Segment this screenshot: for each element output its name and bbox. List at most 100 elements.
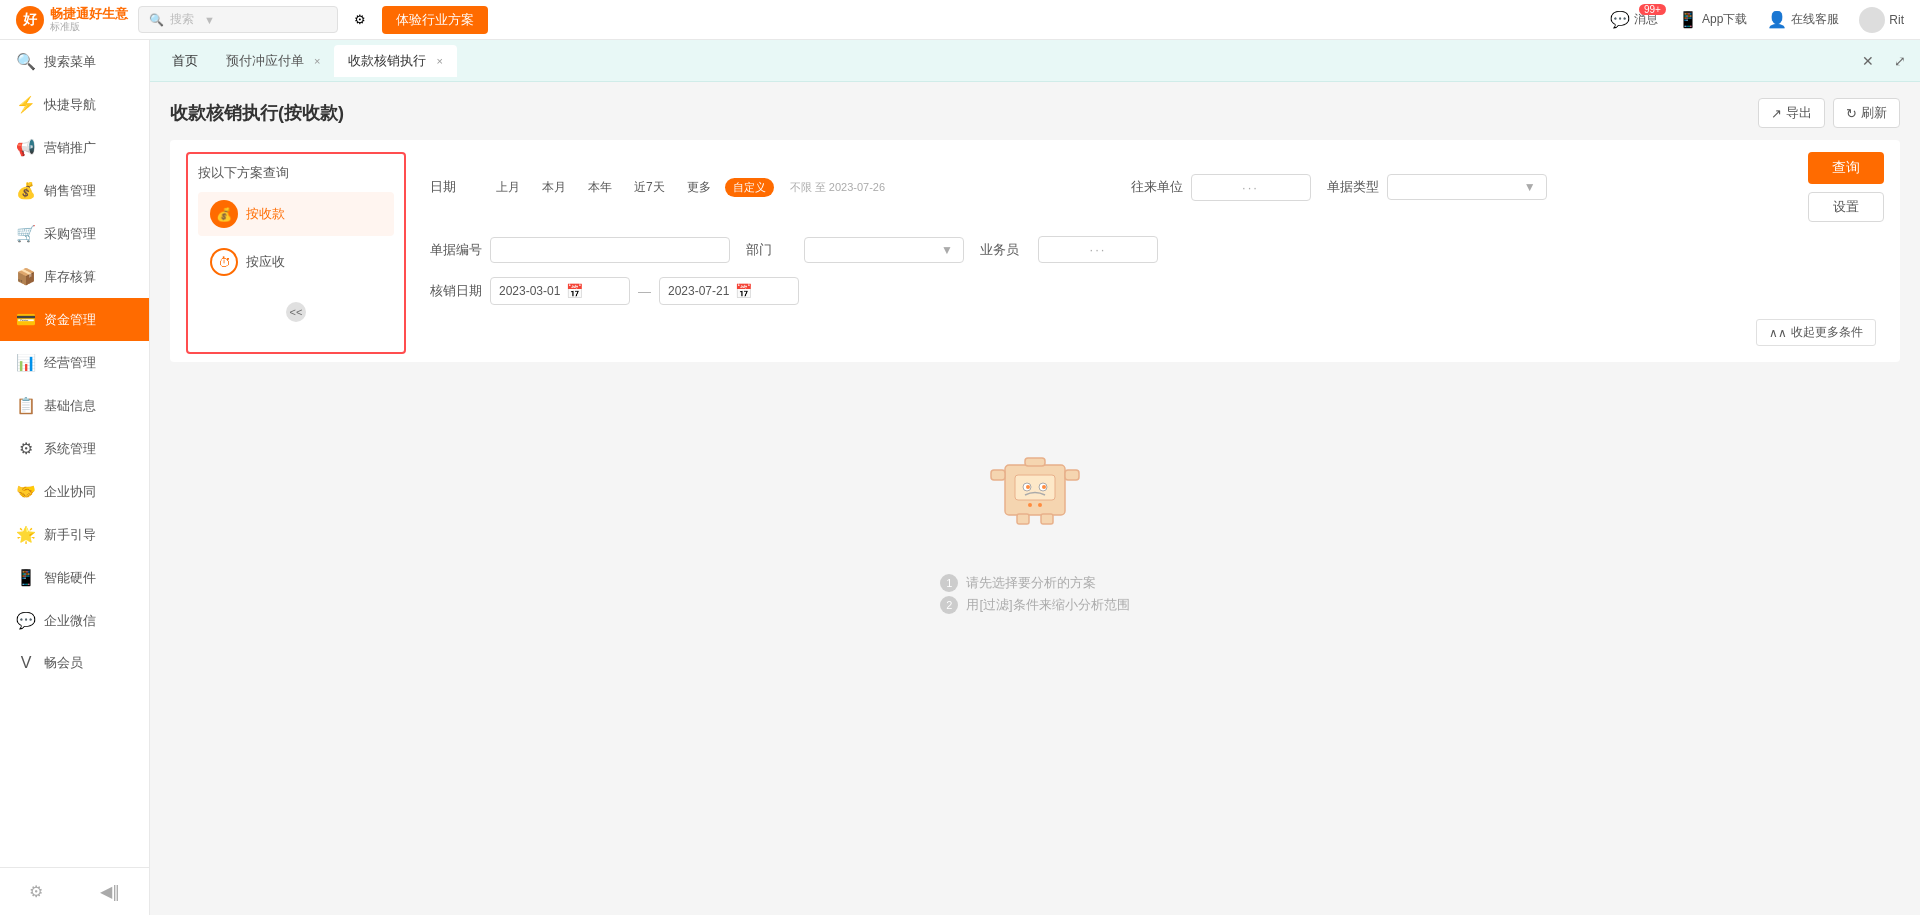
date-options-group: 上月 本月 本年 近7天 更多 自定义 xyxy=(488,176,774,199)
query-btn[interactable]: 查询 xyxy=(1808,152,1884,184)
cal-end-icon[interactable]: 📅 xyxy=(735,283,752,299)
user-menu[interactable]: Rit xyxy=(1859,7,1904,33)
message-btn[interactable]: 💬 消息 99+ xyxy=(1610,10,1658,29)
date-btn-this-year[interactable]: 本年 xyxy=(580,176,620,199)
doc-type-label: 单据类型 xyxy=(1327,178,1379,196)
date-btn-custom[interactable]: 自定义 xyxy=(725,178,774,197)
sidebar-icon-guide: 🌟 xyxy=(16,525,36,544)
doc-number-input[interactable] xyxy=(490,237,730,263)
dropdown-arrow: ▼ xyxy=(204,14,215,26)
sidebar-item-system[interactable]: ⚙ 系统管理 xyxy=(0,427,149,470)
sidebar-item-sales[interactable]: 💰 销售管理 xyxy=(0,169,149,212)
date-btn-more[interactable]: 更多 xyxy=(679,176,719,199)
sidebar-icon-system: ⚙ xyxy=(16,439,36,458)
tab-writeoff-close[interactable]: × xyxy=(436,55,442,67)
doc-type-arrow: ▼ xyxy=(1524,180,1536,194)
tab-home[interactable]: 首页 xyxy=(158,45,212,77)
date-separator: — xyxy=(638,284,651,299)
empty-hint-1: 1 请先选择要分析的方案 xyxy=(940,574,1129,592)
svg-point-11 xyxy=(1028,503,1032,507)
sidebar-label-operation: 经营管理 xyxy=(44,354,96,372)
filter-row-1: 日期 上月 本月 本年 近7天 更多 自定义 不限 至 2023-07-26 xyxy=(430,152,1884,222)
tab-close-all-btn[interactable]: ✕ xyxy=(1856,49,1880,73)
sidebar-item-wechat[interactable]: 💬 企业微信 xyxy=(0,599,149,642)
content-area: 首页 预付冲应付单 × 收款核销执行 × ✕ ⤢ 收款核销执行(按收款) xyxy=(150,40,1920,915)
sidebar-item-inventory[interactable]: 📦 库存核算 xyxy=(0,255,149,298)
app-title: 畅捷通好生意 xyxy=(50,6,128,22)
app-subtitle: 标准版 xyxy=(50,21,128,33)
sidebar-item-member[interactable]: V 畅会员 xyxy=(0,642,149,684)
filter-option-by-receipt[interactable]: 💰 按收款 xyxy=(198,192,394,236)
date-note: 不限 至 2023-07-26 xyxy=(790,180,885,195)
sidebar-item-marketing[interactable]: 📢 营销推广 xyxy=(0,126,149,169)
sidebar-label-guide: 新手引导 xyxy=(44,526,96,544)
sidebar-item-guide[interactable]: 🌟 新手引导 xyxy=(0,513,149,556)
empty-hints: 1 请先选择要分析的方案 2 用[过滤]条件来缩小分析范围 xyxy=(940,570,1129,618)
tab-expand-btn[interactable]: ⤢ xyxy=(1888,49,1912,73)
sidebar-settings-btn[interactable]: ⚙ xyxy=(23,876,49,907)
staff-input[interactable]: ··· xyxy=(1038,236,1158,263)
filter-right-form: 日期 上月 本月 本年 近7天 更多 自定义 不限 至 2023-07-26 xyxy=(422,152,1900,354)
top-right-area: 💬 消息 99+ 📱 App下载 👤 在线客服 Rit xyxy=(1610,7,1904,33)
date-btn-last-month[interactable]: 上月 xyxy=(488,176,528,199)
doc-type-field: 单据类型 ▼ xyxy=(1327,174,1547,200)
sidebar-label-inventory: 库存核算 xyxy=(44,268,96,286)
settings-form-btn[interactable]: 设置 xyxy=(1808,192,1884,222)
empty-hint-2: 2 用[过滤]条件来缩小分析范围 xyxy=(940,596,1129,614)
app-download-btn[interactable]: 📱 App下载 xyxy=(1678,10,1747,29)
svg-rect-8 xyxy=(1041,514,1053,524)
dept-arrow: ▼ xyxy=(941,243,953,257)
counterpart-input[interactable]: ··· xyxy=(1191,174,1311,201)
tab-prepay-close[interactable]: × xyxy=(314,55,320,67)
settings-icon[interactable]: ⚙ xyxy=(348,8,372,32)
date-btn-7days[interactable]: 近7天 xyxy=(626,176,673,199)
tab-prepay[interactable]: 预付冲应付单 × xyxy=(212,45,334,77)
online-service-label: 在线客服 xyxy=(1791,11,1839,28)
svg-point-4 xyxy=(1026,485,1030,489)
page-title: 收款核销执行(按收款) xyxy=(170,101,1758,125)
sidebar-icon-search-menu: 🔍 xyxy=(16,52,36,71)
writeoff-start-date[interactable]: 2023-03-01 📅 xyxy=(490,277,630,305)
filter-option-by-receivable[interactable]: ⏱ 按应收 xyxy=(198,240,394,284)
collapse-up-icon: ∧∧ xyxy=(1769,326,1787,340)
writeoff-end-date[interactable]: 2023-07-21 📅 xyxy=(659,277,799,305)
sidebar-item-finance[interactable]: 💳 资金管理 xyxy=(0,298,149,341)
sidebar-icon-wechat: 💬 xyxy=(16,611,36,630)
svg-point-12 xyxy=(1038,503,1042,507)
sidebar-item-hardware[interactable]: 📱 智能硬件 xyxy=(0,556,149,599)
top-bar: 好 畅捷通好生意 标准版 🔍 搜索 ▼ ⚙ 体验行业方案 💬 消息 99+ 📱 … xyxy=(0,0,1920,40)
sidebar-item-basic-info[interactable]: 📋 基础信息 xyxy=(0,384,149,427)
refresh-btn[interactable]: ↻ 刷新 xyxy=(1833,98,1900,128)
sidebar-icon-sales: 💰 xyxy=(16,181,36,200)
sidebar-label-purchase: 采购管理 xyxy=(44,225,96,243)
tab-writeoff[interactable]: 收款核销执行 × xyxy=(334,45,456,77)
sidebar-label-search-menu: 搜索菜单 xyxy=(44,53,96,71)
filter-collapse-btn[interactable]: << xyxy=(286,302,306,322)
writeoff-date-label: 核销日期 xyxy=(430,282,482,300)
sidebar-item-quick-nav[interactable]: ⚡ 快捷导航 xyxy=(0,83,149,126)
sidebar-icon-marketing: 📢 xyxy=(16,138,36,157)
industry-btn[interactable]: 体验行业方案 xyxy=(382,6,488,34)
sidebar-icon-purchase: 🛒 xyxy=(16,224,36,243)
doc-type-select[interactable]: ▼ xyxy=(1387,174,1547,200)
cal-start-icon[interactable]: 📅 xyxy=(566,283,583,299)
main-layout: 🔍 搜索菜单 ⚡ 快捷导航 📢 营销推广 💰 销售管理 🛒 采购管理 📦 库存核… xyxy=(0,40,1920,915)
user-avatar xyxy=(1859,7,1885,33)
sidebar-item-search-menu[interactable]: 🔍 搜索菜单 xyxy=(0,40,149,83)
counterpart-field: 往来单位 ··· xyxy=(1131,174,1311,201)
export-btn[interactable]: ↗ 导出 xyxy=(1758,98,1825,128)
sidebar-item-operation[interactable]: 📊 经营管理 xyxy=(0,341,149,384)
sidebar-icon-enterprise: 🤝 xyxy=(16,482,36,501)
sidebar-item-purchase[interactable]: 🛒 采购管理 xyxy=(0,212,149,255)
app-download-label: App下载 xyxy=(1702,11,1747,28)
dept-select[interactable]: ▼ xyxy=(804,237,964,263)
online-service-btn[interactable]: 👤 在线客服 xyxy=(1767,10,1839,29)
date-btn-this-month[interactable]: 本月 xyxy=(534,176,574,199)
collapse-more-btn[interactable]: ∧∧ 收起更多条件 xyxy=(1756,319,1876,346)
page-header: 收款核销执行(按收款) ↗ 导出 ↻ 刷新 xyxy=(170,98,1900,128)
sidebar-collapse-btn[interactable]: ◀‖ xyxy=(94,876,126,907)
filter-row-3: 核销日期 2023-03-01 📅 — 2023-07-21 📅 xyxy=(430,277,1884,305)
empty-illustration xyxy=(975,430,1095,550)
sidebar-item-enterprise[interactable]: 🤝 企业协同 xyxy=(0,470,149,513)
search-box[interactable]: 🔍 搜索 ▼ xyxy=(138,6,338,33)
